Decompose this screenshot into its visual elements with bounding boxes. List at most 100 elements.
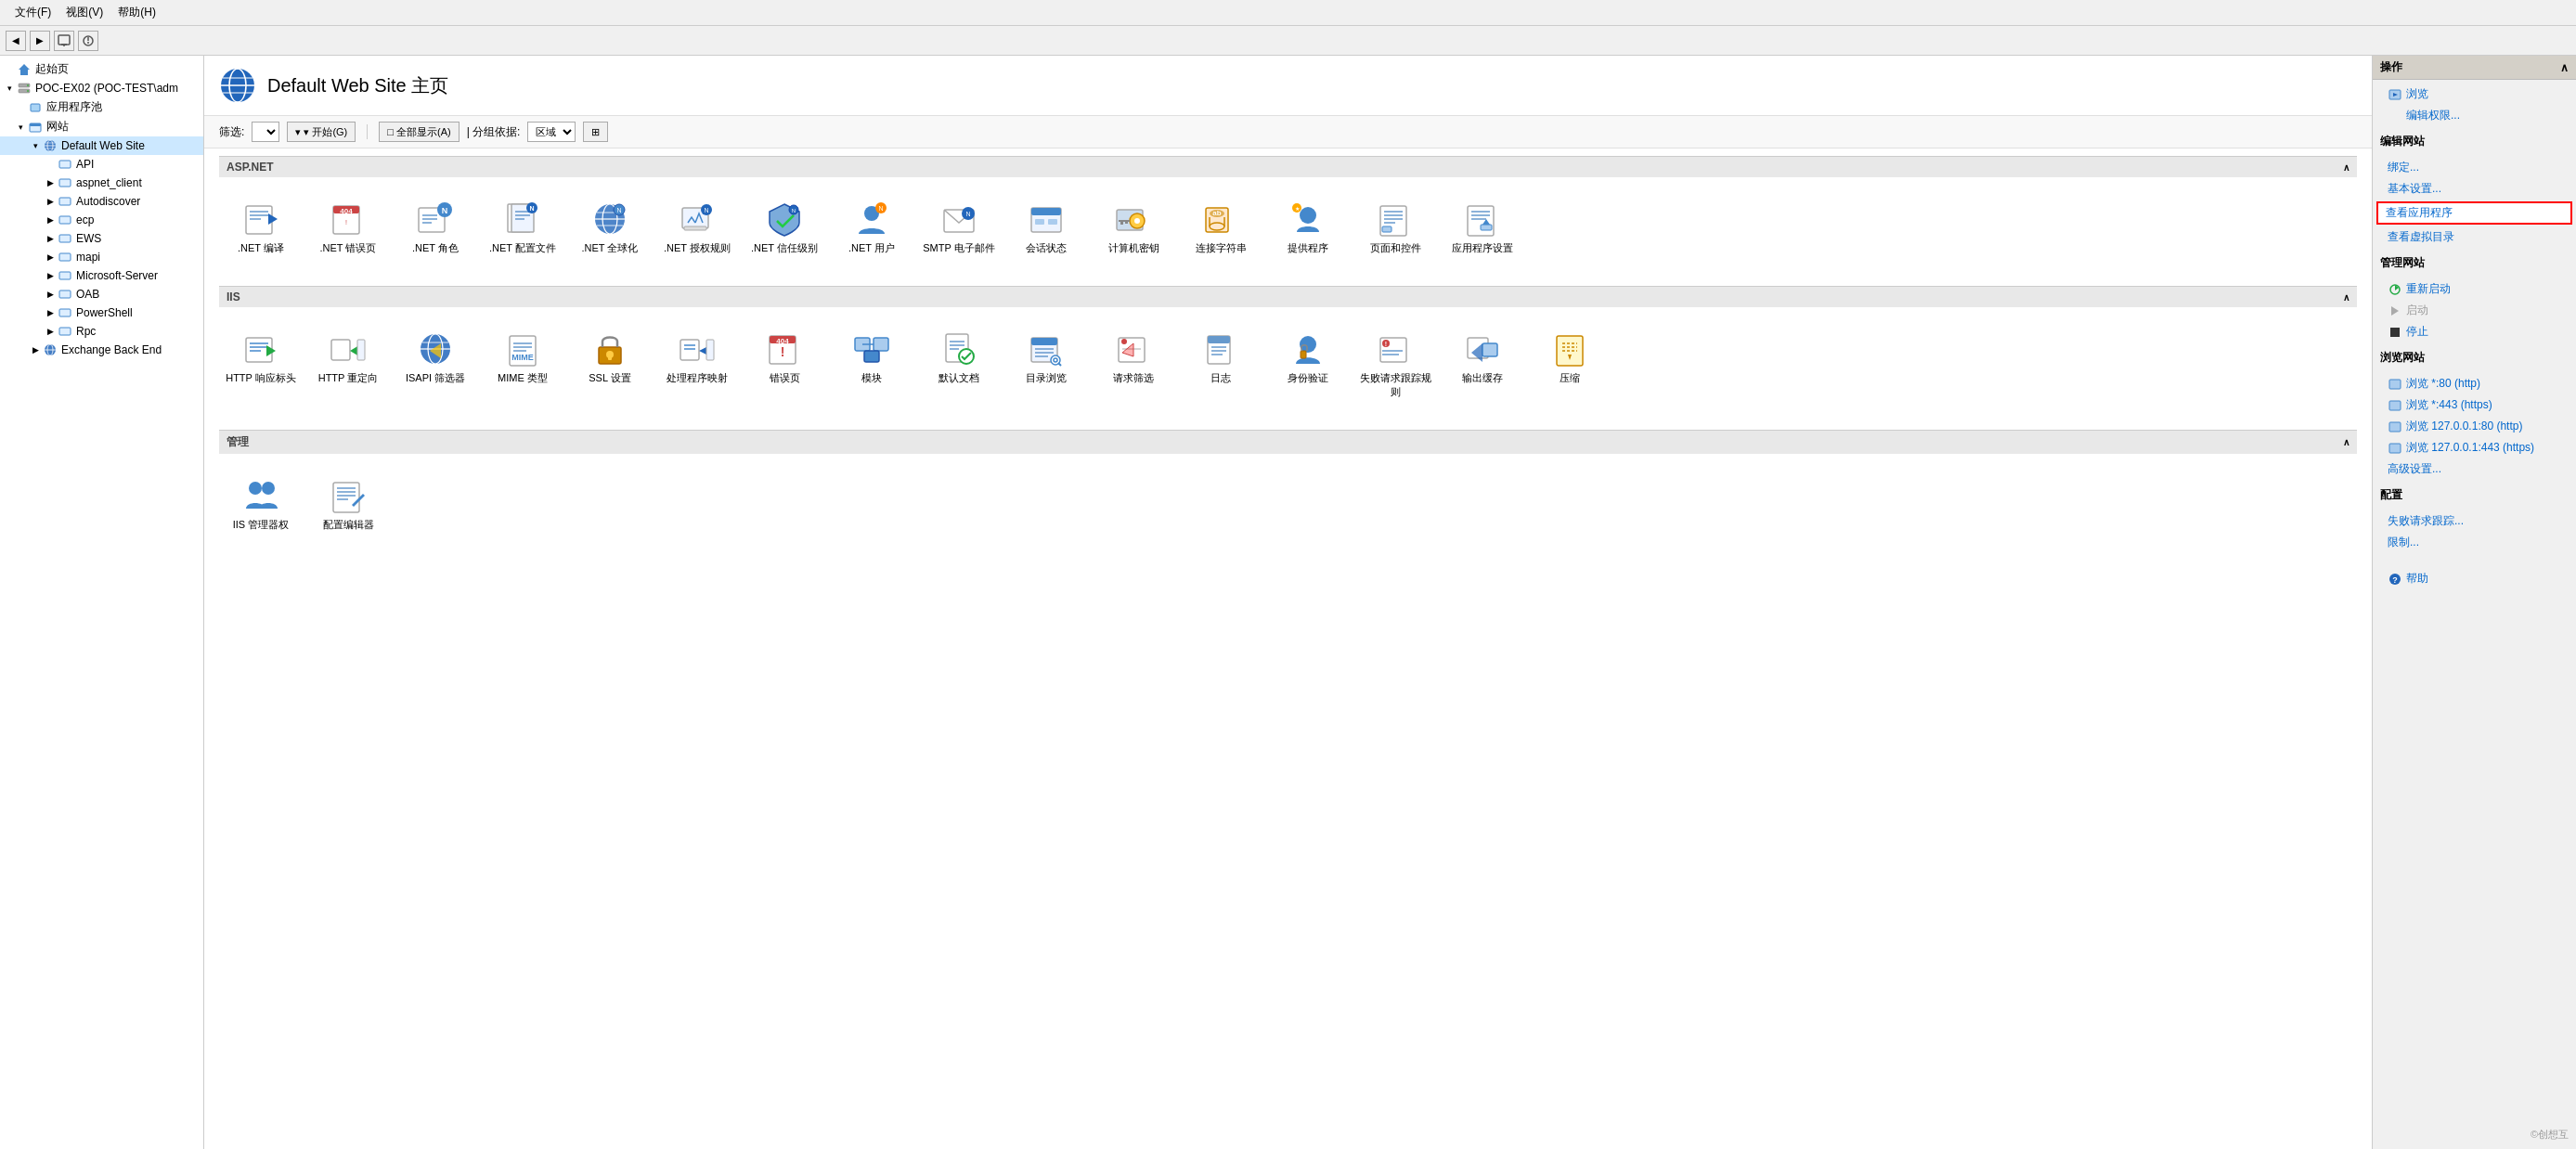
sidebar-item-exchange-back-end[interactable]: ▶ Exchange Back End bbox=[0, 341, 203, 359]
svg-point-94 bbox=[1300, 207, 1316, 224]
expand-sites-icon: ▾ bbox=[15, 122, 26, 133]
dotnet-config-item[interactable]: N .NET 配置文件 bbox=[481, 192, 564, 264]
help-action[interactable]: ? 帮助 bbox=[2373, 568, 2576, 589]
failed-request-item[interactable]: ! 失败请求跟踪规则 bbox=[1353, 322, 1437, 407]
sidebar-item-oab[interactable]: ▶ OAB bbox=[0, 285, 203, 303]
iis-collapse-btn[interactable]: ∧ bbox=[2343, 292, 2349, 303]
handler-mapping-label: 处理程序映射 bbox=[667, 371, 728, 385]
error-pages-item[interactable]: 404 ! 错误页 bbox=[743, 322, 826, 407]
sidebar-item-rpc[interactable]: ▶ Rpc bbox=[0, 322, 203, 341]
modules-item[interactable]: 模块 bbox=[830, 322, 913, 407]
sidebar-item-poc-label: POC-EX02 (POC-TEST\adm bbox=[35, 82, 178, 95]
toolbar-icon1-btn[interactable] bbox=[54, 31, 74, 51]
browse-80-action[interactable]: 浏览 *:80 (http) bbox=[2373, 373, 2576, 394]
ssl-settings-item[interactable]: SSL 设置 bbox=[568, 322, 652, 407]
expand-mapi-icon: ▶ bbox=[45, 252, 56, 263]
app-settings-item[interactable]: 应用程序设置 bbox=[1441, 192, 1524, 264]
svg-rect-196 bbox=[2389, 444, 2401, 453]
sidebar-item-ms-server[interactable]: ▶ Microsoft-Server bbox=[0, 266, 203, 285]
ecp-icon bbox=[58, 213, 72, 227]
dotnet-user-item[interactable]: N .NET 用户 bbox=[830, 192, 913, 264]
sidebar-item-ecp[interactable]: ▶ ecp bbox=[0, 211, 203, 229]
dotnet-auth-item[interactable]: N .NET 授权规则 bbox=[655, 192, 739, 264]
sidebar-item-powershell[interactable]: ▶ PowerShell bbox=[0, 303, 203, 322]
sidebar-item-sites[interactable]: ▾ 网站 bbox=[0, 117, 203, 136]
dotnet-role-item[interactable]: N .NET 角色 bbox=[394, 192, 477, 264]
sidebar-item-aspnet-client[interactable]: ▶ aspnet_client bbox=[0, 174, 203, 192]
app-settings-label: 应用程序设置 bbox=[1452, 241, 1513, 255]
view-applications-action[interactable]: 查看应用程序 bbox=[2376, 201, 2572, 225]
browse-127-80-action[interactable]: 浏览 127.0.0.1:80 (http) bbox=[2373, 416, 2576, 437]
output-cache-item[interactable]: 输出缓存 bbox=[1441, 322, 1524, 407]
sidebar-item-start[interactable]: 起始页 bbox=[0, 59, 203, 79]
logging-item[interactable]: 日志 bbox=[1179, 322, 1262, 407]
dotnet-auth-icon: N bbox=[679, 200, 716, 238]
edit-permissions-action[interactable]: 编辑权限... bbox=[2373, 105, 2576, 126]
compression-item[interactable]: 压缩 bbox=[1528, 322, 1612, 407]
expand-oab-icon: ▶ bbox=[45, 289, 56, 300]
view-virtual-dirs-action[interactable]: 查看虚拟目录 bbox=[2373, 226, 2576, 248]
limits-action[interactable]: 限制... bbox=[2373, 532, 2576, 553]
basic-settings-action[interactable]: 基本设置... bbox=[2373, 178, 2576, 200]
menu-help[interactable]: 帮助(H) bbox=[110, 3, 163, 22]
browse-action[interactable]: 浏览 bbox=[2373, 84, 2576, 105]
bind-action[interactable]: 绑定... bbox=[2373, 157, 2576, 178]
dotnet-compile-item[interactable]: .NET 编译 bbox=[219, 192, 303, 264]
toolbar-forward-btn[interactable]: ▶ bbox=[30, 31, 50, 51]
config-editor-item[interactable]: 配置编辑器 bbox=[306, 469, 390, 540]
sidebar-item-poc-ex02[interactable]: ▾ POC-EX02 (POC-TEST\adm bbox=[0, 79, 203, 97]
sidebar-item-mapi-label: mapi bbox=[76, 251, 100, 264]
request-filter-item[interactable]: 请求筛选 bbox=[1092, 322, 1175, 407]
stop-action[interactable]: 停止 bbox=[2373, 321, 2576, 342]
sidebar-item-apppool[interactable]: 应用程序池 bbox=[0, 97, 203, 117]
http-redirect-item[interactable]: HTTP 重定向 bbox=[306, 322, 390, 407]
sidebar-item-api[interactable]: API bbox=[0, 155, 203, 174]
toolbar-icon2-btn[interactable] bbox=[78, 31, 98, 51]
aspnet-collapse-btn[interactable]: ∧ bbox=[2343, 162, 2349, 173]
smtp-email-item[interactable]: N SMTP 电子邮件 bbox=[917, 192, 1001, 264]
isapi-filter-item[interactable]: ISAPI 筛选器 bbox=[394, 322, 477, 407]
directory-browse-item[interactable]: 目录浏览 bbox=[1004, 322, 1088, 407]
sidebar-item-ews[interactable]: ▶ EWS bbox=[0, 229, 203, 248]
filter-start-btn[interactable]: ▾ ▾ 开始(G) bbox=[287, 122, 356, 142]
page-title-bar: Default Web Site 主页 bbox=[204, 56, 2372, 116]
view-toggle-btn[interactable]: ⊞ bbox=[583, 122, 608, 142]
svg-text:N: N bbox=[965, 211, 970, 217]
session-state-item[interactable]: 会话状态 bbox=[1004, 192, 1088, 264]
aspnet-icons-grid: .NET 编译 404 ! .NET 错误页 bbox=[219, 185, 2357, 271]
provider-item[interactable]: ★ 提供程序 bbox=[1266, 192, 1350, 264]
browse-443-action[interactable]: 浏览 *:443 (https) bbox=[2373, 394, 2576, 416]
svg-rect-102 bbox=[1382, 226, 1392, 232]
app-settings-icon bbox=[1464, 200, 1501, 238]
iis-manager-item[interactable]: IIS 管理器权 bbox=[219, 469, 303, 540]
failed-request-tracking-action[interactable]: 失败请求跟踪... bbox=[2373, 510, 2576, 532]
menu-file[interactable]: 文件(F) bbox=[7, 3, 58, 22]
sidebar-item-autodiscover[interactable]: ▶ Autodiscover bbox=[0, 192, 203, 211]
http-response-item[interactable]: HTTP 响应标头 bbox=[219, 322, 303, 407]
right-panel-title: 操作 bbox=[2380, 59, 2402, 75]
dotnet-trust-item[interactable]: N .NET 信任级别 bbox=[743, 192, 826, 264]
sidebar-item-default-web-site[interactable]: ▾ Default Web Site bbox=[0, 136, 203, 155]
machine-key-item[interactable]: 计算机密钥 bbox=[1092, 192, 1175, 264]
advanced-settings-action[interactable]: 高级设置... bbox=[2373, 458, 2576, 480]
show-all-btn[interactable]: □ 全部显示(A) bbox=[379, 122, 459, 142]
dotnet-error-item[interactable]: 404 ! .NET 错误页 bbox=[306, 192, 390, 264]
request-filter-label: 请求筛选 bbox=[1113, 371, 1154, 385]
start-action[interactable]: 启动 bbox=[2373, 300, 2576, 321]
group-by-select[interactable]: 区域 bbox=[527, 122, 576, 142]
provider-icon: ★ bbox=[1289, 200, 1327, 238]
browse-127-443-action[interactable]: 浏览 127.0.0.1:443 (https) bbox=[2373, 437, 2576, 458]
auth-item[interactable]: 身份验证 bbox=[1266, 322, 1350, 407]
dotnet-global-item[interactable]: N .NET 全球化 bbox=[568, 192, 652, 264]
menu-view[interactable]: 视图(V) bbox=[58, 3, 110, 22]
filter-select[interactable] bbox=[252, 122, 279, 142]
restart-action[interactable]: 重新启动 bbox=[2373, 278, 2576, 300]
toolbar-back-btn[interactable]: ◀ bbox=[6, 31, 26, 51]
sidebar-item-mapi[interactable]: ▶ mapi bbox=[0, 248, 203, 266]
connection-string-item[interactable]: ab 连接字符串 bbox=[1179, 192, 1262, 264]
pages-controls-item[interactable]: 页面和控件 bbox=[1353, 192, 1437, 264]
handler-mapping-item[interactable]: 处理程序映射 bbox=[655, 322, 739, 407]
manage-collapse-btn[interactable]: ∧ bbox=[2343, 437, 2349, 447]
default-document-item[interactable]: 默认文档 bbox=[917, 322, 1001, 407]
mime-types-item[interactable]: MIME MIME 类型 bbox=[481, 322, 564, 407]
